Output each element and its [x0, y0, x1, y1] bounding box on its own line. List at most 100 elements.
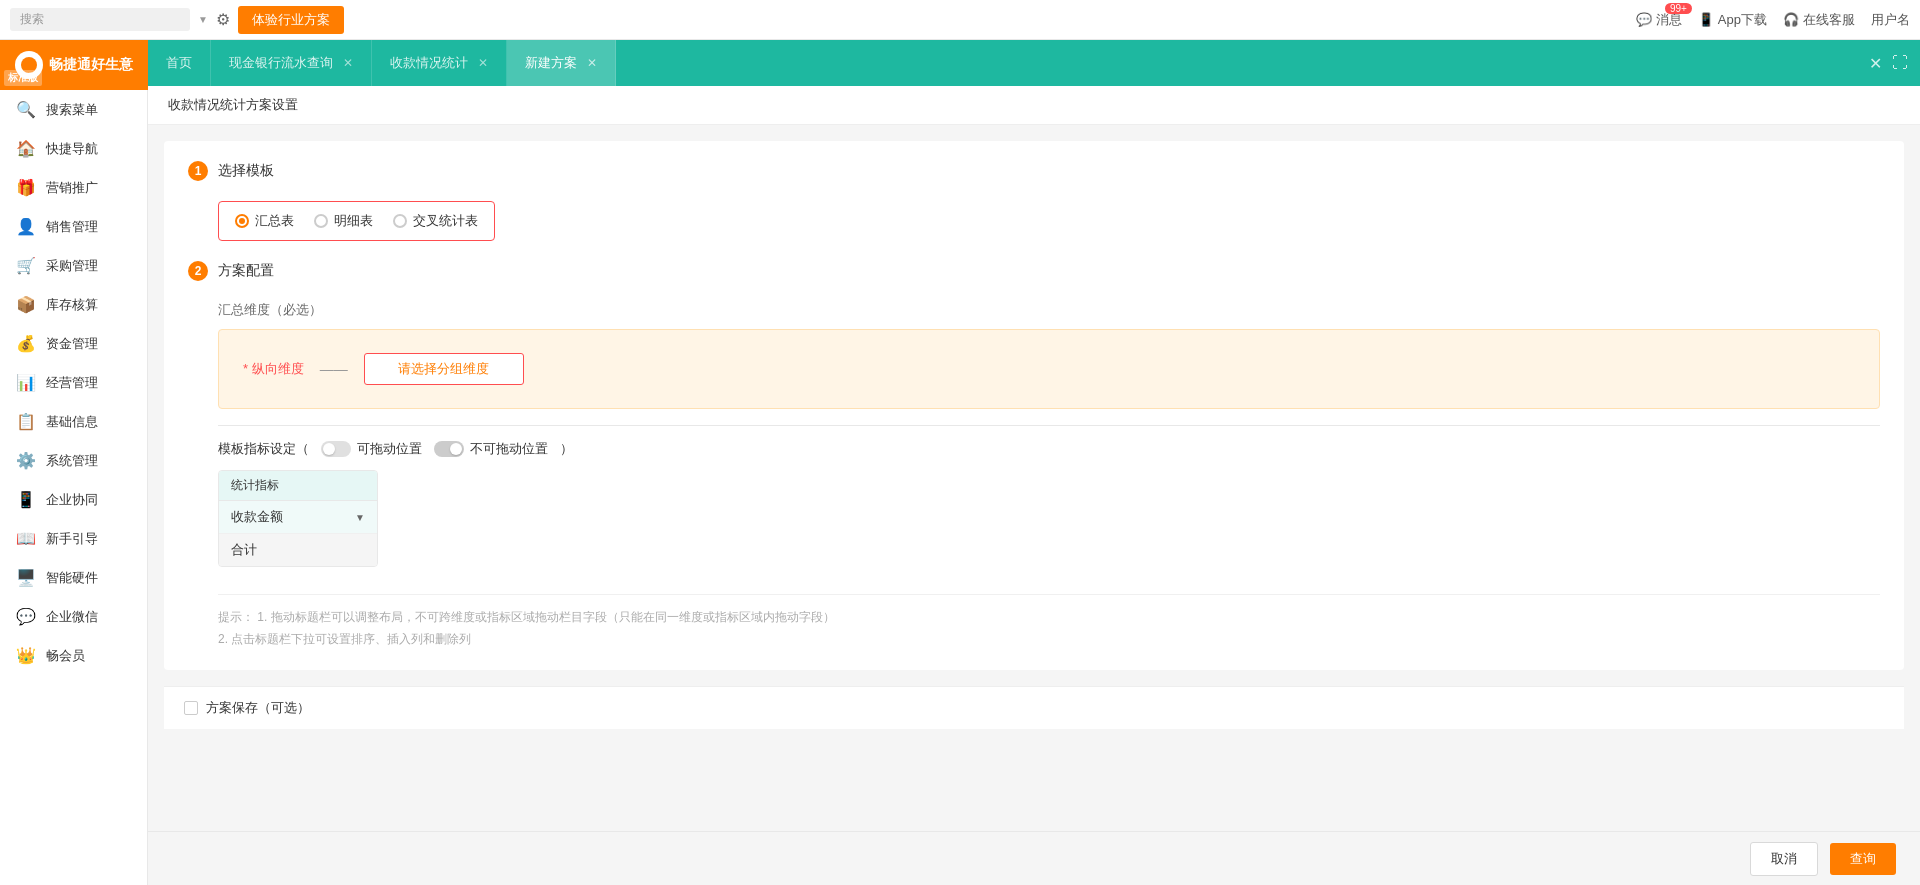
tab-receipts[interactable]: 收款情况统计 ✕: [372, 40, 507, 86]
tab-close-action-icon[interactable]: ✕: [1869, 54, 1882, 73]
tab-receipts-label: 收款情况统计: [390, 54, 468, 72]
dimension-arrow: ——: [320, 361, 348, 377]
gear-icon[interactable]: ⚙: [216, 10, 230, 29]
cancel-button[interactable]: 取消: [1750, 842, 1818, 876]
tab-home-label: 首页: [166, 54, 192, 72]
query-button[interactable]: 查询: [1830, 843, 1896, 875]
sidebar-item-label: 企业协同: [46, 491, 98, 509]
fixed-toggle[interactable]: 不可拖动位置: [434, 440, 548, 458]
message-icon: 💬: [1636, 12, 1652, 27]
search-dropdown-arrow[interactable]: ▼: [198, 14, 208, 25]
radio-detail-label: 明细表: [334, 212, 373, 230]
sidebar-item-wechat[interactable]: 💬 企业微信: [0, 597, 147, 636]
tab-new-plan[interactable]: 新建方案 ✕: [507, 40, 616, 86]
sidebar-edition: 标准版: [4, 70, 42, 86]
radio-detail[interactable]: 明细表: [314, 212, 373, 230]
message-item[interactable]: 💬 消息 99+: [1636, 11, 1682, 29]
sidebar-item-marketing[interactable]: 🎁 营销推广: [0, 168, 147, 207]
dimension-area: * 纵向维度 —— 请选择分组维度: [218, 329, 1880, 409]
radio-crosstab[interactable]: 交叉统计表: [393, 212, 478, 230]
save-checkbox-row: 方案保存（可选）: [184, 699, 1884, 717]
sidebar-item-inventory[interactable]: 📦 库存核算: [0, 285, 147, 324]
sidebar-item-basics[interactable]: 📋 基础信息: [0, 402, 147, 441]
tab-cashflow-label: 现金银行流水查询: [229, 54, 333, 72]
sidebar-item-system[interactable]: ⚙️ 系统管理: [0, 441, 147, 480]
monitor-icon: 🖥️: [16, 568, 36, 587]
page-breadcrumb: 收款情况统计方案设置: [148, 86, 1920, 125]
sidebar-item-label: 新手引导: [46, 530, 98, 548]
tab-expand-icon[interactable]: ⛶: [1892, 54, 1908, 72]
gift-icon: 🎁: [16, 178, 36, 197]
tab-cashflow[interactable]: 现金银行流水查询 ✕: [211, 40, 372, 86]
sidebar-item-label: 智能硬件: [46, 569, 98, 587]
movable-toggle-switch[interactable]: [321, 441, 351, 457]
sidebar-logo-text: 畅捷通好生意: [49, 56, 133, 74]
tab-cashflow-close-icon[interactable]: ✕: [343, 56, 353, 70]
indicator-close-bracket: ）: [560, 440, 573, 458]
sidebar-item-nav[interactable]: 🏠 快捷导航: [0, 129, 147, 168]
tab-bar-actions: ✕ ⛶: [1857, 40, 1920, 86]
sidebar-item-label: 销售管理: [46, 218, 98, 236]
chart-icon: 📊: [16, 373, 36, 392]
sidebar-item-hardware[interactable]: 🖥️ 智能硬件: [0, 558, 147, 597]
header-right: 💬 消息 99+ 📱 App下载 🎧 在线客服 用户名: [1636, 11, 1910, 29]
tab-new-plan-close-icon[interactable]: ✕: [587, 56, 597, 70]
sidebar-item-label: 营销推广: [46, 179, 98, 197]
sidebar-item-corp[interactable]: 📱 企业协同: [0, 480, 147, 519]
sidebar-item-sales[interactable]: 👤 销售管理: [0, 207, 147, 246]
sidebar-item-purchase[interactable]: 🛒 采购管理: [0, 246, 147, 285]
search-input[interactable]: 搜索: [10, 8, 190, 31]
sidebar-item-label: 企业微信: [46, 608, 98, 626]
service-label: 在线客服: [1803, 11, 1855, 29]
sidebar-item-label: 快捷导航: [46, 140, 98, 158]
fixed-label: 不可拖动位置: [470, 440, 548, 458]
stats-amount-dropdown-icon[interactable]: ▼: [355, 512, 365, 523]
sidebar-item-finance[interactable]: 💰 资金管理: [0, 324, 147, 363]
sidebar-item-guide[interactable]: 📖 新手引导: [0, 519, 147, 558]
sidebar-item-member[interactable]: 👑 畅会员: [0, 636, 147, 675]
stats-table-header: 统计指标: [219, 471, 377, 501]
fixed-toggle-switch[interactable]: [434, 441, 464, 457]
chat-icon: 💬: [16, 607, 36, 626]
config-panel: 1 选择模板 汇总表 明细表: [164, 141, 1904, 670]
radio-summary[interactable]: 汇总表: [235, 212, 294, 230]
tab-receipts-close-icon[interactable]: ✕: [478, 56, 488, 70]
stats-total-row: 合计: [219, 534, 377, 566]
radio-summary-circle: [235, 214, 249, 228]
home-icon: 🏠: [16, 139, 36, 158]
movable-label: 可拖动位置: [357, 440, 422, 458]
top-header: 搜索 ▼ ⚙ 体验行业方案 💬 消息 99+ 📱 App下载 🎧 在线客服 用户…: [0, 0, 1920, 40]
dimension-section-label: 汇总维度（必选）: [218, 301, 1880, 319]
save-checkbox[interactable]: [184, 701, 198, 715]
step1-row: 1 选择模板: [188, 161, 1880, 181]
stats-amount-label: 收款金额: [231, 508, 283, 526]
message-badge: 99+: [1665, 3, 1692, 14]
sidebar-item-label: 采购管理: [46, 257, 98, 275]
service-item[interactable]: 🎧 在线客服: [1783, 11, 1855, 29]
radio-crosstab-label: 交叉统计表: [413, 212, 478, 230]
tab-home[interactable]: 首页: [148, 40, 211, 86]
tips-line-1: 提示： 1. 拖动标题栏可以调整布局，不可跨维度或指标区域拖动栏目字段（只能在同…: [218, 607, 1880, 629]
app-download-item[interactable]: 📱 App下载: [1698, 11, 1767, 29]
indicator-toggle-row: 模板指标设定（ 可拖动位置 不可拖动位置 ）: [218, 440, 1880, 458]
step2-badge: 2: [188, 261, 208, 281]
page-content: 收款情况统计方案设置 1 选择模板 汇总表: [148, 86, 1920, 831]
bottom-bar: 取消 查询: [148, 831, 1920, 885]
sidebar-item-label: 系统管理: [46, 452, 98, 470]
step2-label: 方案配置: [218, 262, 274, 280]
clipboard-icon: 📋: [16, 412, 36, 431]
book-icon: 📖: [16, 529, 36, 548]
sidebar-item-operations[interactable]: 📊 经营管理: [0, 363, 147, 402]
sidebar-item-label: 库存核算: [46, 296, 98, 314]
trial-button[interactable]: 体验行业方案: [238, 6, 344, 34]
sidebar-nav: 🔍 搜索菜单 🏠 快捷导航 🎁 营销推广 👤 销售管理 🛒 采购管: [0, 90, 147, 885]
dimension-placeholder-box[interactable]: 请选择分组维度: [364, 353, 524, 385]
content-area: 首页 现金银行流水查询 ✕ 收款情况统计 ✕ 新建方案 ✕ ✕ ⛶: [148, 40, 1920, 885]
cart-icon: 🛒: [16, 256, 36, 275]
sidebar-item-label: 基础信息: [46, 413, 98, 431]
stats-amount-row[interactable]: 收款金额 ▼: [219, 501, 377, 534]
movable-toggle[interactable]: 可拖动位置: [321, 440, 422, 458]
sidebar-item-search[interactable]: 🔍 搜索菜单: [0, 90, 147, 129]
mobile-icon: 📱: [16, 490, 36, 509]
service-icon: 🎧: [1783, 12, 1799, 27]
